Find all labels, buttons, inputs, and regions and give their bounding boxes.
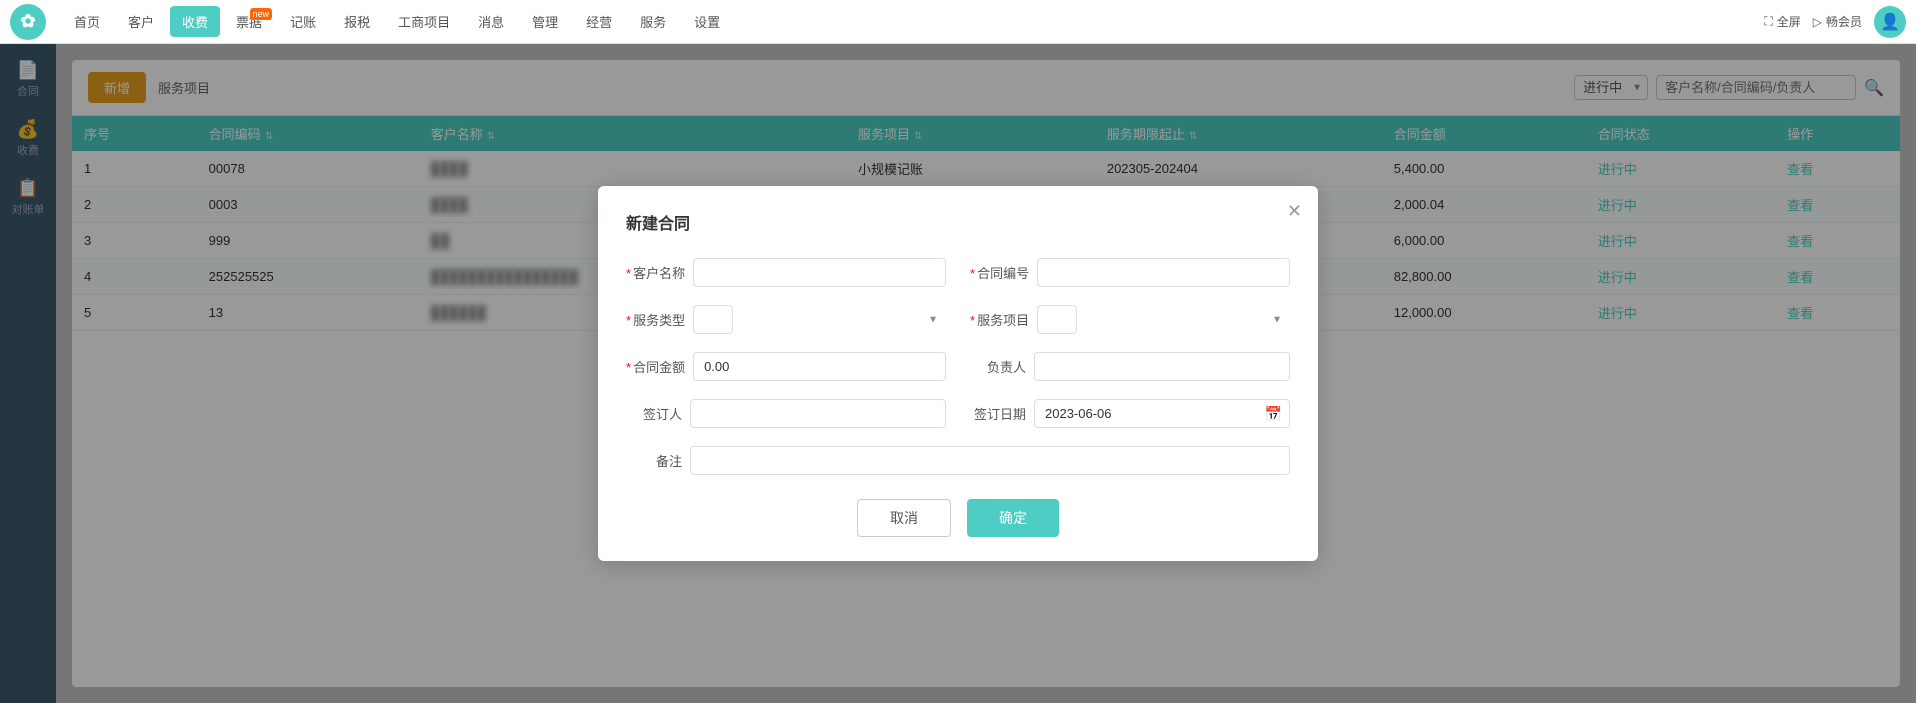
nav-fee[interactable]: 收费	[170, 6, 220, 37]
nav-settings[interactable]: 设置	[682, 6, 732, 37]
calendar-icon[interactable]: 📅	[1265, 405, 1282, 422]
nav-manage[interactable]: 管理	[520, 6, 570, 37]
modal-title: 新建合同	[626, 210, 1290, 234]
notes-field: 备注	[626, 446, 1290, 475]
required-mark-2: *	[970, 266, 975, 281]
service-item-label: *服务项目	[970, 310, 1029, 329]
notes-label: 备注	[626, 451, 682, 470]
nav-bookkeeping[interactable]: 记账	[278, 6, 328, 37]
nav-ticket[interactable]: 票据 new	[224, 6, 274, 37]
service-item-field: *服务项目	[970, 305, 1290, 334]
signer-field: 签订人	[626, 399, 946, 428]
nav-items: 首页 客户 收费 票据 new 记账 报税 工商项目 消息 管理 经营 服务 设…	[62, 6, 1764, 37]
service-type-label: *服务类型	[626, 310, 685, 329]
app-logo: ✿	[10, 4, 46, 40]
cancel-button[interactable]: 取消	[857, 499, 951, 537]
nav-tax[interactable]: 报税	[332, 6, 382, 37]
required-mark-5: *	[626, 360, 631, 375]
contract-no-field: *合同编号	[970, 258, 1290, 287]
play-icon: ▷	[1813, 15, 1822, 29]
responsible-label: 负责人	[970, 357, 1026, 376]
form-row-2: *服务类型 *服务项目	[626, 305, 1290, 334]
required-mark-4: *	[970, 313, 975, 328]
nav-right-area: ⛶ 全屏 ▷ 畅会员 👤	[1764, 6, 1906, 38]
signer-label: 签订人	[626, 404, 682, 423]
nav-home[interactable]: 首页	[62, 6, 112, 37]
form-row-5: 备注	[626, 446, 1290, 475]
contract-no-input[interactable]	[1037, 258, 1290, 287]
customer-field: *客户名称	[626, 258, 946, 287]
form-row-4: 签订人 签订日期 📅	[626, 399, 1290, 428]
sign-date-input[interactable]	[1034, 399, 1290, 428]
service-type-select[interactable]	[693, 305, 733, 334]
signer-input[interactable]	[690, 399, 946, 428]
new-badge: new	[250, 8, 273, 20]
nav-business[interactable]: 工商项目	[386, 6, 462, 37]
nav-client[interactable]: 客户	[116, 6, 166, 37]
service-type-field: *服务类型	[626, 305, 946, 334]
customer-input[interactable]	[693, 258, 946, 287]
member-button[interactable]: ▷ 畅会员	[1813, 13, 1862, 30]
service-type-wrapper	[693, 305, 946, 334]
user-avatar[interactable]: 👤	[1874, 6, 1906, 38]
amount-field: *合同金额	[626, 352, 946, 381]
modal-overlay: ✕ 新建合同 *客户名称 *合同编号 *服务类型	[0, 44, 1916, 703]
form-row-3: *合同金额 负责人	[626, 352, 1290, 381]
sign-date-wrapper: 📅	[1034, 399, 1290, 428]
amount-input[interactable]	[693, 352, 946, 381]
form-row-1: *客户名称 *合同编号	[626, 258, 1290, 287]
amount-label: *合同金额	[626, 357, 685, 376]
fullscreen-icon: ⛶	[1764, 14, 1772, 29]
contract-no-label: *合同编号	[970, 263, 1029, 282]
notes-input[interactable]	[690, 446, 1290, 475]
service-item-wrapper	[1037, 305, 1290, 334]
fullscreen-button[interactable]: ⛶ 全屏	[1764, 13, 1800, 30]
nav-service[interactable]: 服务	[628, 6, 678, 37]
customer-label: *客户名称	[626, 263, 685, 282]
responsible-field: 负责人	[970, 352, 1290, 381]
responsible-input[interactable]	[1034, 352, 1290, 381]
top-navigation: ✿ 首页 客户 收费 票据 new 记账 报税 工商项目 消息 管理 经营 服务…	[0, 0, 1916, 44]
service-item-select[interactable]	[1037, 305, 1077, 334]
nav-message[interactable]: 消息	[466, 6, 516, 37]
new-contract-modal: ✕ 新建合同 *客户名称 *合同编号 *服务类型	[598, 186, 1318, 561]
confirm-button[interactable]: 确定	[967, 499, 1059, 537]
nav-operation[interactable]: 经营	[574, 6, 624, 37]
sign-date-label: 签订日期	[970, 404, 1026, 423]
required-mark-3: *	[626, 313, 631, 328]
modal-close-button[interactable]: ✕	[1287, 202, 1302, 220]
sign-date-field: 签订日期 📅	[970, 399, 1290, 428]
required-mark: *	[626, 266, 631, 281]
modal-footer: 取消 确定	[626, 499, 1290, 537]
